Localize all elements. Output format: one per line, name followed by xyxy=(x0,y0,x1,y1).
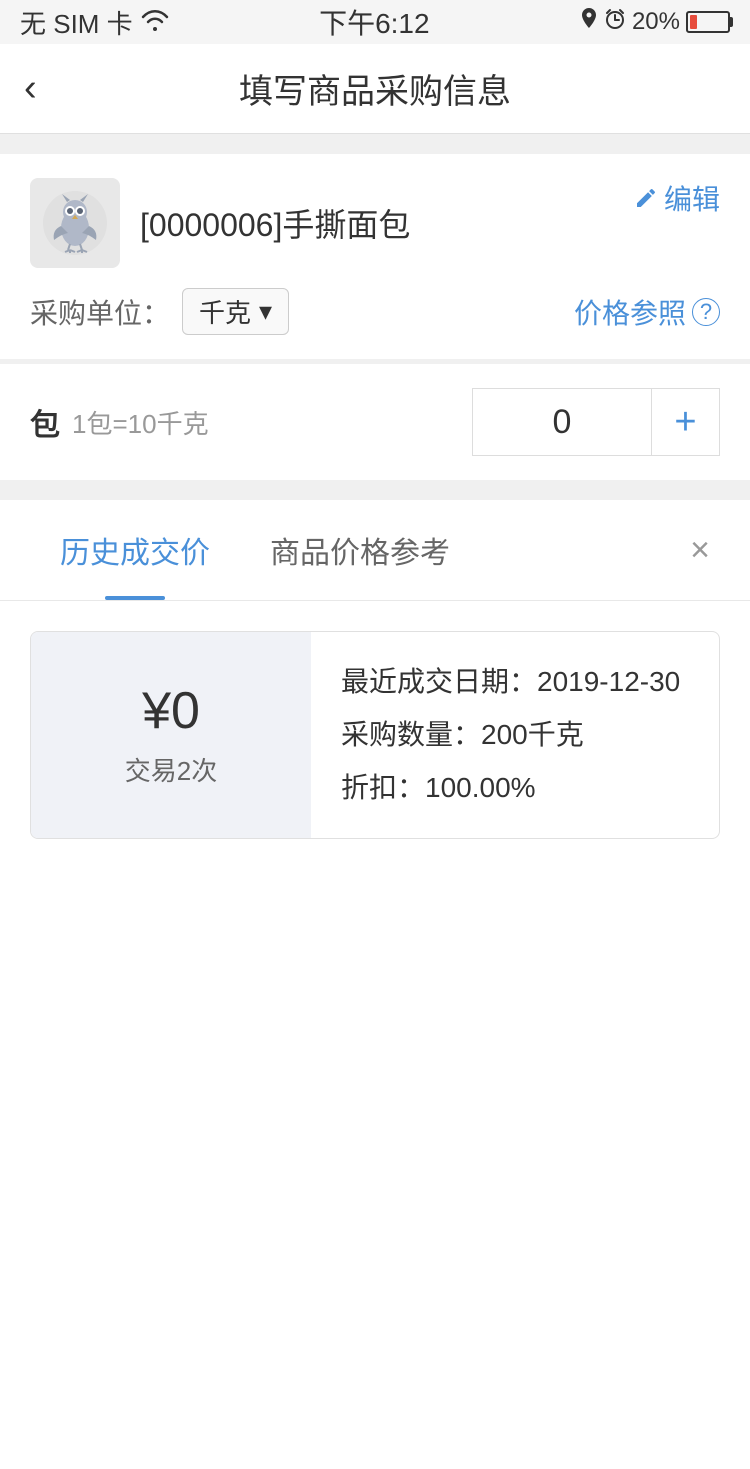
tab-section: 历史成交价 商品价格参考 × ¥0 交易2次 最近成交日期：2019-12-30… xyxy=(0,500,750,869)
quantity-plus-button[interactable]: + xyxy=(652,388,720,456)
tab-history-price[interactable]: 历史成交价 xyxy=(30,500,240,600)
qty-value: 200千克 xyxy=(481,719,584,750)
discount-label: 折扣： xyxy=(341,772,425,803)
tab-product-label: 商品价格参考 xyxy=(270,537,450,570)
unit-badge: 包 xyxy=(30,400,60,444)
battery-icon xyxy=(686,11,730,33)
product-left: [0000006]手撕面包 xyxy=(30,178,410,268)
page-title: 填写商品采购信息 xyxy=(239,64,511,113)
alarm-icon xyxy=(604,8,626,37)
product-image xyxy=(30,178,120,268)
status-bar: 无 SIM 卡 下午6:12 20% xyxy=(0,0,750,44)
wifi-icon xyxy=(141,7,169,38)
quantity-input[interactable]: 0 xyxy=(472,388,652,456)
quantity-row: 包 1包=10千克 0 + xyxy=(30,364,720,480)
tab-header: 历史成交价 商品价格参考 × xyxy=(0,500,750,601)
price-right-panel: 最近成交日期：2019-12-30 采购数量：200千克 折扣：100.00% xyxy=(311,632,719,838)
price-detail-date: 最近成交日期：2019-12-30 xyxy=(341,662,689,701)
quantity-controls: 0 + xyxy=(472,388,720,456)
battery-percent: 20% xyxy=(632,8,680,36)
price-left-panel: ¥0 交易2次 xyxy=(31,632,311,838)
tab-items: 历史成交价 商品价格参考 xyxy=(30,500,480,600)
back-button[interactable]: ‹ xyxy=(24,67,37,110)
tab-product-price-ref[interactable]: 商品价格参考 xyxy=(240,500,480,600)
edit-button[interactable]: 编辑 xyxy=(634,178,720,218)
price-reference-button[interactable]: 价格参照 ? xyxy=(574,292,720,332)
status-time: 下午6:12 xyxy=(319,2,430,42)
price-detail-discount: 折扣：100.00% xyxy=(341,768,689,807)
dropdown-icon: ▾ xyxy=(259,296,272,327)
qty-label: 采购数量： xyxy=(341,719,481,750)
bottom-space xyxy=(0,869,750,1469)
nav-bar: ‹ 填写商品采购信息 xyxy=(0,44,750,134)
edit-label: 编辑 xyxy=(664,178,720,218)
help-icon: ? xyxy=(692,298,720,326)
price-times: 交易2次 xyxy=(125,751,217,788)
product-card: [0000006]手撕面包 编辑 采购单位： 千克 ▾ 价格参照 ? xyxy=(0,154,750,359)
price-ref-label: 价格参照 xyxy=(574,292,686,332)
quantity-left: 包 1包=10千克 xyxy=(30,400,209,444)
unit-label: 采购单位： xyxy=(30,292,170,332)
location-icon xyxy=(580,8,598,37)
product-header: [0000006]手撕面包 编辑 xyxy=(30,178,720,268)
unit-select-button[interactable]: 千克 ▾ xyxy=(182,288,289,335)
status-right: 20% xyxy=(580,8,730,37)
carrier-text: 无 SIM 卡 xyxy=(20,4,133,41)
price-amount: ¥0 xyxy=(142,681,200,741)
unit-value: 千克 xyxy=(199,293,251,330)
recent-date-value: 2019-12-30 xyxy=(537,666,680,697)
section-divider xyxy=(0,480,750,500)
unit-equiv: 1包=10千克 xyxy=(72,404,209,441)
tab-content: ¥0 交易2次 最近成交日期：2019-12-30 采购数量：200千克 折扣：… xyxy=(0,601,750,869)
recent-date-label: 最近成交日期： xyxy=(341,666,537,697)
discount-value: 100.00% xyxy=(425,772,536,803)
price-card: ¥0 交易2次 最近成交日期：2019-12-30 采购数量：200千克 折扣：… xyxy=(30,631,720,839)
tab-history-label: 历史成交价 xyxy=(60,537,210,570)
tab-close-button[interactable]: × xyxy=(680,521,720,580)
quantity-section: 包 1包=10千克 0 + xyxy=(0,363,750,480)
product-unit-row: 采购单位： 千克 ▾ 价格参照 ? xyxy=(30,288,720,335)
product-name: [0000006]手撕面包 xyxy=(140,200,410,246)
price-detail-qty: 采购数量：200千克 xyxy=(341,715,689,754)
status-left: 无 SIM 卡 xyxy=(20,4,169,41)
